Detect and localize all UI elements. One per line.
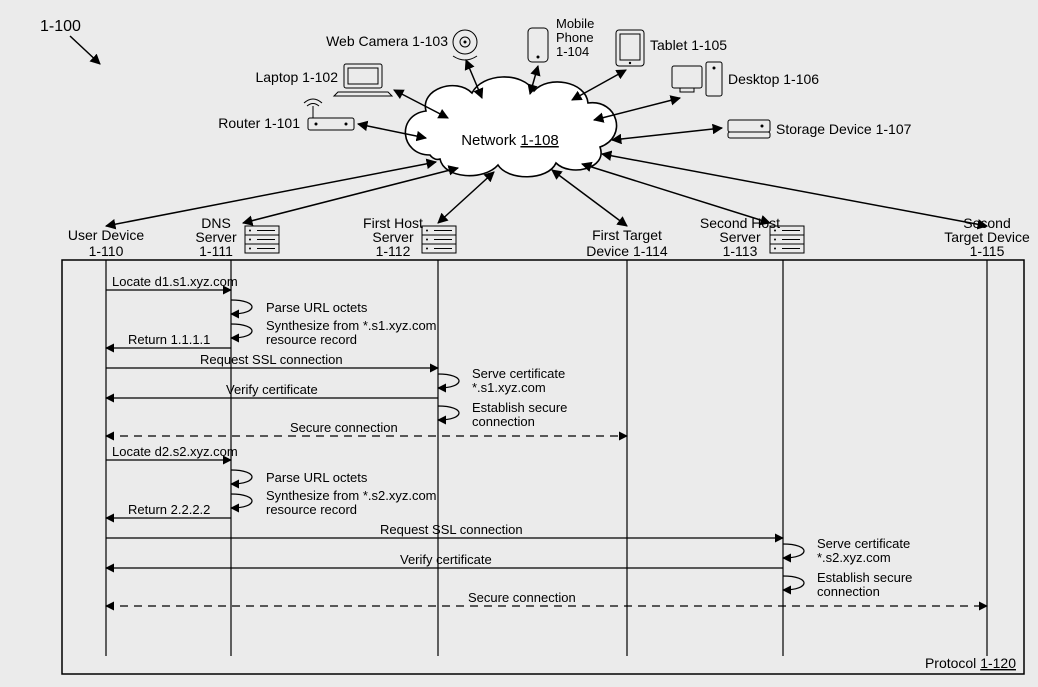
- webcam-icon: Web Camera 1-103: [326, 30, 477, 60]
- svg-text:1-110: 1-110: [89, 243, 124, 259]
- svg-text:First Target: First Target: [592, 227, 662, 243]
- svg-text:Establish secure: Establish secure: [472, 400, 567, 415]
- phone-label3: 1-104: [556, 44, 589, 59]
- desktop-label: Desktop 1-106: [728, 71, 819, 87]
- svg-text:Parse URL octets: Parse URL octets: [266, 470, 368, 485]
- svg-text:1-115: 1-115: [970, 243, 1005, 259]
- svg-text:User Device: User Device: [68, 227, 144, 243]
- svg-text:Serve certificate: Serve certificate: [472, 366, 565, 381]
- svg-text:Verify certificate: Verify certificate: [400, 552, 492, 567]
- svg-text:Network 1-108: Network 1-108: [461, 132, 559, 149]
- svg-text:Locate d1.s1.xyz.com: Locate d1.s1.xyz.com: [112, 274, 238, 289]
- svg-text:Request SSL connection: Request SSL connection: [380, 522, 523, 537]
- svg-text:connection: connection: [472, 414, 535, 429]
- phone-label2: Phone: [556, 30, 594, 45]
- messages: Locate d1.s1.xyz.com Parse URL octets Sy…: [106, 274, 987, 606]
- svg-text:1-112: 1-112: [376, 243, 411, 259]
- svg-text:Locate d2.s2.xyz.com: Locate d2.s2.xyz.com: [112, 444, 238, 459]
- router-label: Router 1-101: [218, 115, 300, 131]
- lane-headers: User Device 1-110 DNS Server 1-111 First…: [68, 215, 1030, 259]
- phone-label1: Mobile: [556, 16, 594, 31]
- network-label: Network: [461, 132, 517, 149]
- svg-text:Establish secure: Establish secure: [817, 570, 912, 585]
- svg-text:resource record: resource record: [266, 332, 357, 347]
- tablet-icon: Tablet 1-105: [616, 30, 727, 66]
- storage-label: Storage Device 1-107: [776, 121, 912, 137]
- svg-text:Device 1-114: Device 1-114: [586, 243, 668, 259]
- svg-text:1-113: 1-113: [723, 243, 758, 259]
- svg-text:Request SSL connection: Request SSL connection: [200, 352, 343, 367]
- svg-text:Return 2.2.2.2: Return 2.2.2.2: [128, 502, 210, 517]
- network-ref: 1-108: [520, 132, 558, 149]
- svg-text:connection: connection: [817, 584, 880, 599]
- desktop-icon: Desktop 1-106: [672, 62, 819, 96]
- svg-text:resource record: resource record: [266, 502, 357, 517]
- protocol-label: Protocol 1-120: [925, 655, 1016, 671]
- svg-text:Synthesize from *.s2.xyz.com: Synthesize from *.s2.xyz.com: [266, 488, 437, 503]
- protocol-box: [62, 260, 1024, 674]
- router-icon: Router 1-101: [218, 99, 354, 131]
- svg-text:Secure connection: Secure connection: [468, 590, 576, 605]
- laptop-label: Laptop 1-102: [255, 69, 338, 85]
- svg-text:*.s2.xyz.com: *.s2.xyz.com: [817, 550, 891, 565]
- svg-text:Verify certificate: Verify certificate: [226, 382, 318, 397]
- network-cloud: Network 1-108: [405, 77, 616, 177]
- svg-text:1-111: 1-111: [199, 243, 233, 259]
- svg-text:Return 1.1.1.1: Return 1.1.1.1: [128, 332, 210, 347]
- webcam-label: Web Camera 1-103: [326, 33, 448, 49]
- svg-text:Synthesize from *.s1.xyz.com: Synthesize from *.s1.xyz.com: [266, 318, 437, 333]
- svg-text:*.s1.xyz.com: *.s1.xyz.com: [472, 380, 546, 395]
- tablet-label: Tablet 1-105: [650, 37, 727, 53]
- diagram-svg: Router 1-101 Laptop 1-102 Web Camera 1-1…: [0, 0, 1038, 684]
- phone-icon: Mobile Phone 1-104: [528, 16, 594, 62]
- storage-icon: Storage Device 1-107: [728, 120, 912, 138]
- svg-text:Serve certificate: Serve certificate: [817, 536, 910, 551]
- figure-number: 1-100: [40, 18, 81, 36]
- laptop-icon: Laptop 1-102: [255, 64, 392, 96]
- svg-text:Secure connection: Secure connection: [290, 420, 398, 435]
- svg-text:Parse URL octets: Parse URL octets: [266, 300, 368, 315]
